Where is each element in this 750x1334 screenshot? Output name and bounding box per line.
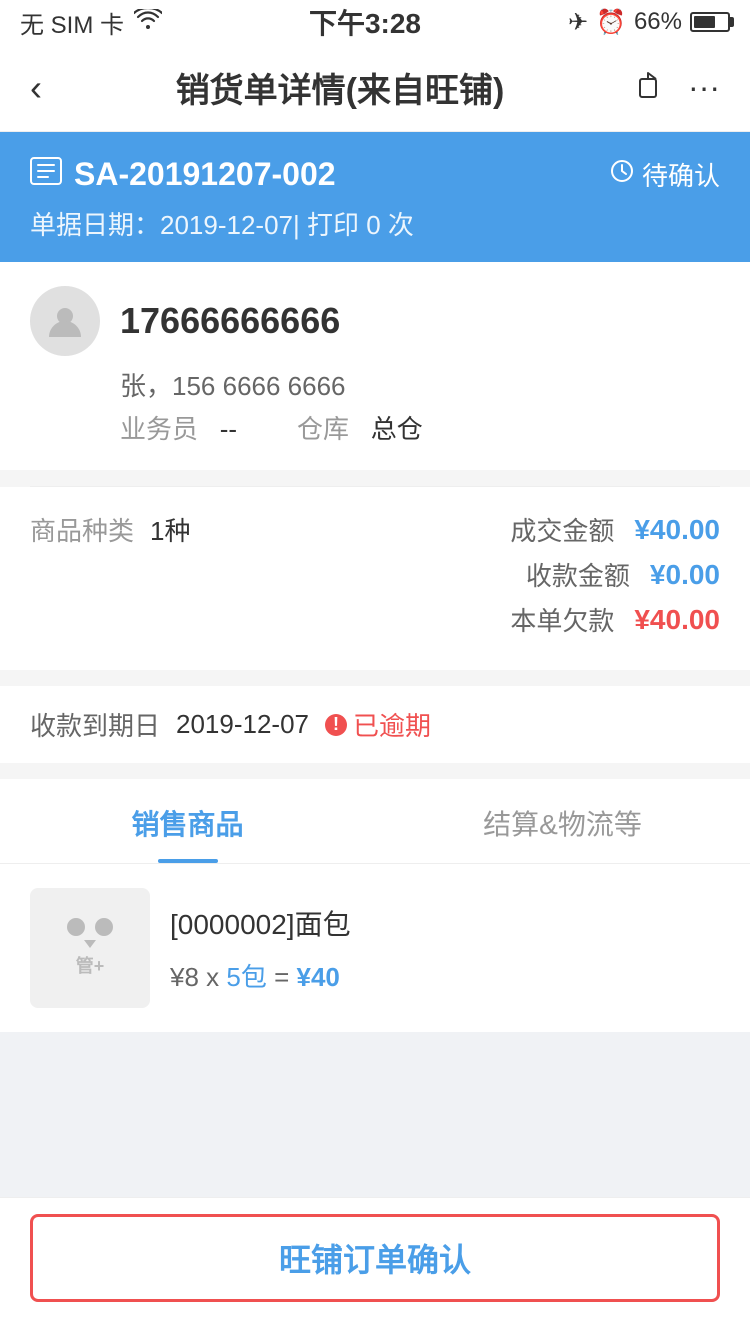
bottom-bar: 旺铺订单确认 [0,1197,750,1334]
status-right: ✈ ⏰ 66% [568,8,730,37]
amounts-group: 成交金额 ¥40.00 收款金额 ¥0.00 本单欠款 ¥40.00 [510,511,720,646]
warehouse-value: 总仓 [371,414,423,444]
tab-settlement-logistics[interactable]: 结算&物流等 [375,779,750,863]
received-amount-row: 收款金额 ¥0.00 [510,556,720,593]
order-status: 待确认 [610,156,720,193]
product-info: [0000002]面包 ¥8 x 5包 = ¥40 [170,903,720,994]
confirm-order-button[interactable]: 旺铺订单确认 [30,1214,720,1302]
product-thumb-inner: 管+ [67,918,113,978]
product-type-label: 商品种类 [30,511,134,548]
battery-icon [690,12,730,32]
nav-bar: ‹ 销货单详情(来自旺铺) ··· [0,44,750,132]
price-equals: = [274,962,296,992]
clock-icon [610,159,634,190]
back-button[interactable]: ‹ [30,67,42,109]
owl-eye-left [67,918,85,936]
due-date-section: 收款到期日 2019-12-07 ! 已逾期 [0,686,750,763]
owl-beak [84,940,96,948]
order-id-row: SA-20191207-002 待确认 [30,156,720,193]
received-amount-label: 收款金额 [526,556,630,593]
overdue-dot-icon: ! [325,714,347,736]
customer-phone[interactable]: 17666666666 [120,300,340,342]
summary-row: 商品种类 1种 成交金额 ¥40.00 收款金额 ¥0.00 本单欠款 ¥40.… [30,511,720,646]
customer-row: 17666666666 [30,286,720,356]
product-type-value: 1种 [150,511,190,548]
wifi-icon [134,8,162,36]
order-id: SA-20191207-002 [30,156,336,193]
overdue-text: 已逾期 [353,706,431,743]
status-text: 待确认 [642,156,720,193]
share-icon[interactable] [638,69,668,107]
salesperson-value: -- [220,414,237,444]
tabs-row: 销售商品 结算&物流等 [0,779,750,864]
warehouse-label: 仓库 [297,414,349,444]
more-icon[interactable]: ··· [688,69,720,106]
customer-avatar [30,286,100,356]
order-date: 单据日期：2019-12-07| 打印 0 次 [30,205,720,242]
product-type-group: 商品种类 1种 [30,511,190,548]
deal-amount-row: 成交金额 ¥40.00 [510,511,720,548]
summary-section: 商品种类 1种 成交金额 ¥40.00 收款金额 ¥0.00 本单欠款 ¥40.… [0,487,750,670]
product-name: [0000002]面包 [170,903,720,943]
price-multiply: x [206,962,226,992]
owed-amount-label: 本单欠款 [510,601,614,638]
owl-eye-right [95,918,113,936]
product-total: ¥40 [297,962,340,992]
customer-section: 17666666666 张，156 6666 6666 业务员 -- 仓库 总仓 [0,262,750,470]
order-icon [30,156,62,193]
product-price-row: ¥8 x 5包 = ¥40 [170,957,720,994]
owl-eyes [67,918,113,936]
salesperson-label: 业务员 [120,414,198,444]
customer-meta: 业务员 -- 仓库 总仓 [30,409,720,446]
deal-amount-value: ¥40.00 [634,514,720,546]
tabs-section: 销售商品 结算&物流等 [0,779,750,864]
tab-sales-products[interactable]: 销售商品 [0,779,375,863]
status-left: 无 SIM 卡 [20,5,162,40]
product-unit-price: ¥8 [170,962,199,992]
carrier-label: 无 SIM 卡 [20,5,124,40]
order-header-banner: SA-20191207-002 待确认 单据日期：2019-12-07| 打印 … [0,132,750,262]
alarm-icon: ⏰ [596,8,626,37]
overdue-badge: ! 已逾期 [325,706,431,743]
product-quantity: 5包 [226,962,266,992]
owed-amount-value: ¥40.00 [634,604,720,636]
due-date-label: 收款到期日 [30,706,160,743]
location-icon: ✈ [568,8,588,37]
product-thumbnail: 管+ [30,888,150,1008]
status-bar: 无 SIM 卡 下午3:28 ✈ ⏰ 66% [0,0,750,44]
page-title: 销货单详情(来自旺铺) [176,63,505,112]
product-item: 管+ [0000002]面包 ¥8 x 5包 = ¥40 [0,864,750,1032]
deal-amount-label: 成交金额 [510,511,614,548]
customer-name-info: 张，156 6666 6666 [30,366,720,403]
battery-percentage: 66% [634,8,682,36]
status-time: 下午3:28 [309,2,421,42]
brand-text: 管+ [76,952,105,978]
due-date-value: 2019-12-07 [176,709,309,740]
nav-actions: ··· [638,69,720,107]
product-section: 管+ [0000002]面包 ¥8 x 5包 = ¥40 [0,864,750,1032]
owed-amount-row: 本单欠款 ¥40.00 [510,601,720,638]
received-amount-value: ¥0.00 [650,559,720,591]
